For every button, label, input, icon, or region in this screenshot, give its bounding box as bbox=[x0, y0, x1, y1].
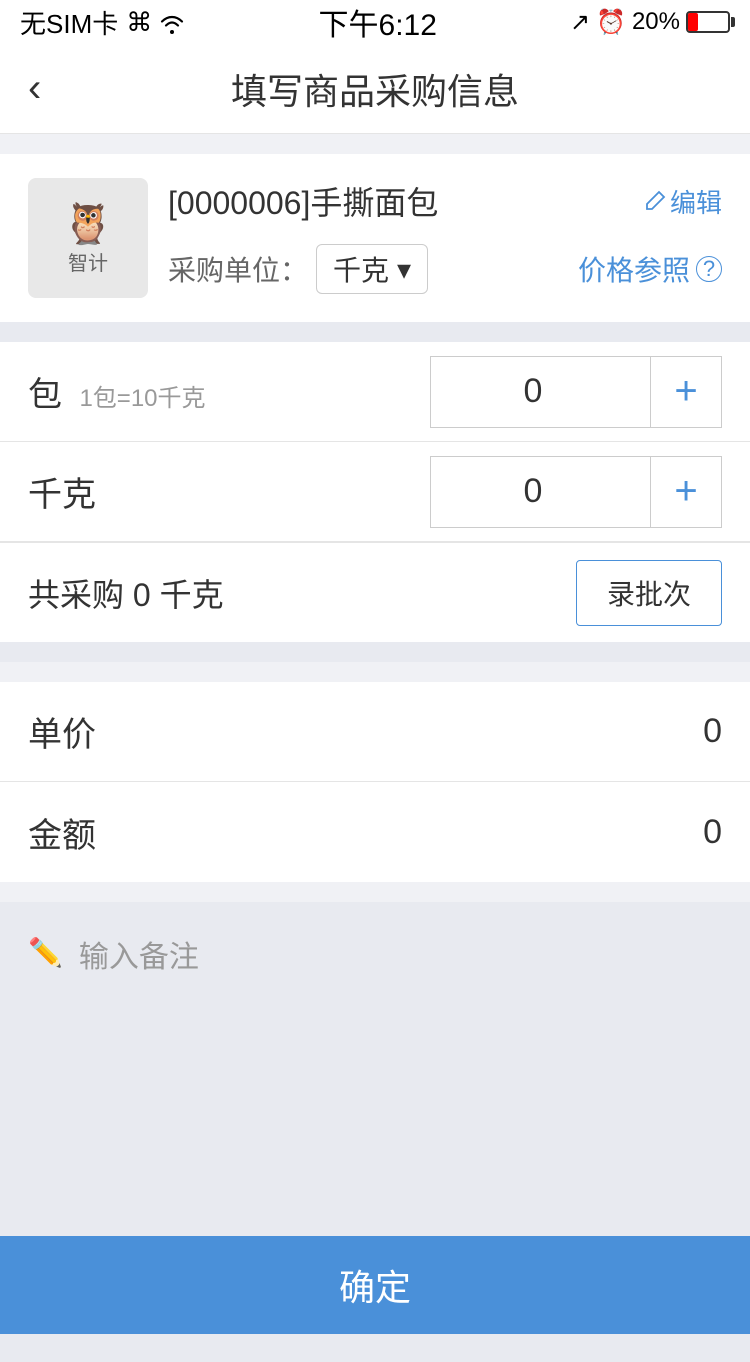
amount-label: 金额 bbox=[28, 808, 96, 857]
battery-percent: 20% bbox=[632, 8, 680, 36]
nav-bar: ‹ 填写商品采购信息 bbox=[0, 44, 750, 134]
wifi-icon: ⌘ bbox=[126, 7, 185, 38]
price-section: 单价 0 金额 0 bbox=[0, 682, 750, 882]
product-name: [0000006]手撕面包 bbox=[168, 178, 438, 224]
kg-input-wrap: + bbox=[430, 456, 722, 528]
package-row: 包 1包=10千克 + bbox=[0, 342, 750, 442]
chevron-down-icon: ▾ bbox=[397, 253, 411, 286]
divider-2 bbox=[0, 642, 750, 662]
price-ref-button[interactable]: 价格参照 ? bbox=[578, 249, 722, 289]
alarm-icon: ⏰ bbox=[596, 8, 626, 37]
owl-icon: 🦉 bbox=[63, 200, 113, 247]
package-input-wrap: + bbox=[430, 356, 722, 428]
kg-row: 千克 + bbox=[0, 442, 750, 542]
notes-placeholder: 输入备注 bbox=[79, 932, 199, 976]
status-bar: 无SIM卡 ⌘ 下午6:12 ↗ ⏰ 20% bbox=[0, 0, 750, 44]
summary-row: 共采购 0 千克 录批次 bbox=[0, 542, 750, 642]
package-plus-button[interactable]: + bbox=[650, 356, 722, 428]
location-icon: ↗ bbox=[570, 8, 590, 37]
kg-plus-button[interactable]: + bbox=[650, 456, 722, 528]
package-hint: 1包=10千克 bbox=[79, 385, 205, 412]
batch-button[interactable]: 录批次 bbox=[576, 560, 722, 626]
status-right: ↗ ⏰ 20% bbox=[570, 8, 730, 37]
package-input[interactable] bbox=[430, 356, 650, 428]
unit-select[interactable]: 千克 ▾ bbox=[316, 244, 428, 294]
kg-input[interactable] bbox=[430, 456, 650, 528]
pencil-icon: ✏️ bbox=[28, 936, 63, 969]
carrier-label: 无SIM卡 bbox=[20, 4, 118, 41]
status-time: 下午6:12 bbox=[319, 0, 437, 44]
battery-icon bbox=[686, 11, 730, 33]
summary-text: 共采购 0 千克 bbox=[28, 570, 224, 616]
brand-text: 智计 bbox=[68, 247, 108, 276]
notes-section[interactable]: ✏️ 输入备注 bbox=[0, 902, 750, 1082]
status-left: 无SIM卡 ⌘ bbox=[20, 4, 185, 41]
back-button[interactable]: ‹ bbox=[28, 66, 41, 111]
help-icon: ? bbox=[696, 256, 722, 282]
amount-row: 金额 0 bbox=[0, 782, 750, 882]
package-label: 包 bbox=[28, 376, 62, 414]
page-title: 填写商品采购信息 bbox=[231, 63, 519, 115]
divider-1 bbox=[0, 322, 750, 342]
input-section: 包 1包=10千克 + 千克 + 共采购 0 千克 录批次 bbox=[0, 342, 750, 642]
product-image: 🦉 智计 bbox=[28, 178, 148, 298]
edit-button[interactable]: 编辑 bbox=[644, 183, 722, 220]
unit-price-label: 单价 bbox=[28, 707, 96, 756]
unit-price-value: 0 bbox=[703, 712, 722, 751]
confirm-button[interactable]: 确定 bbox=[0, 1236, 750, 1334]
product-info: [0000006]手撕面包 编辑 采购单位： 千克 ▾ 价格参照 ? bbox=[168, 178, 722, 294]
product-card: 🦉 智计 [0000006]手撕面包 编辑 采购单位： 千克 ▾ 价格参照 ? bbox=[0, 154, 750, 322]
kg-label: 千克 bbox=[28, 476, 96, 514]
unit-label: 采购单位： bbox=[168, 249, 308, 289]
unit-price-row: 单价 0 bbox=[0, 682, 750, 782]
amount-value: 0 bbox=[703, 813, 722, 852]
